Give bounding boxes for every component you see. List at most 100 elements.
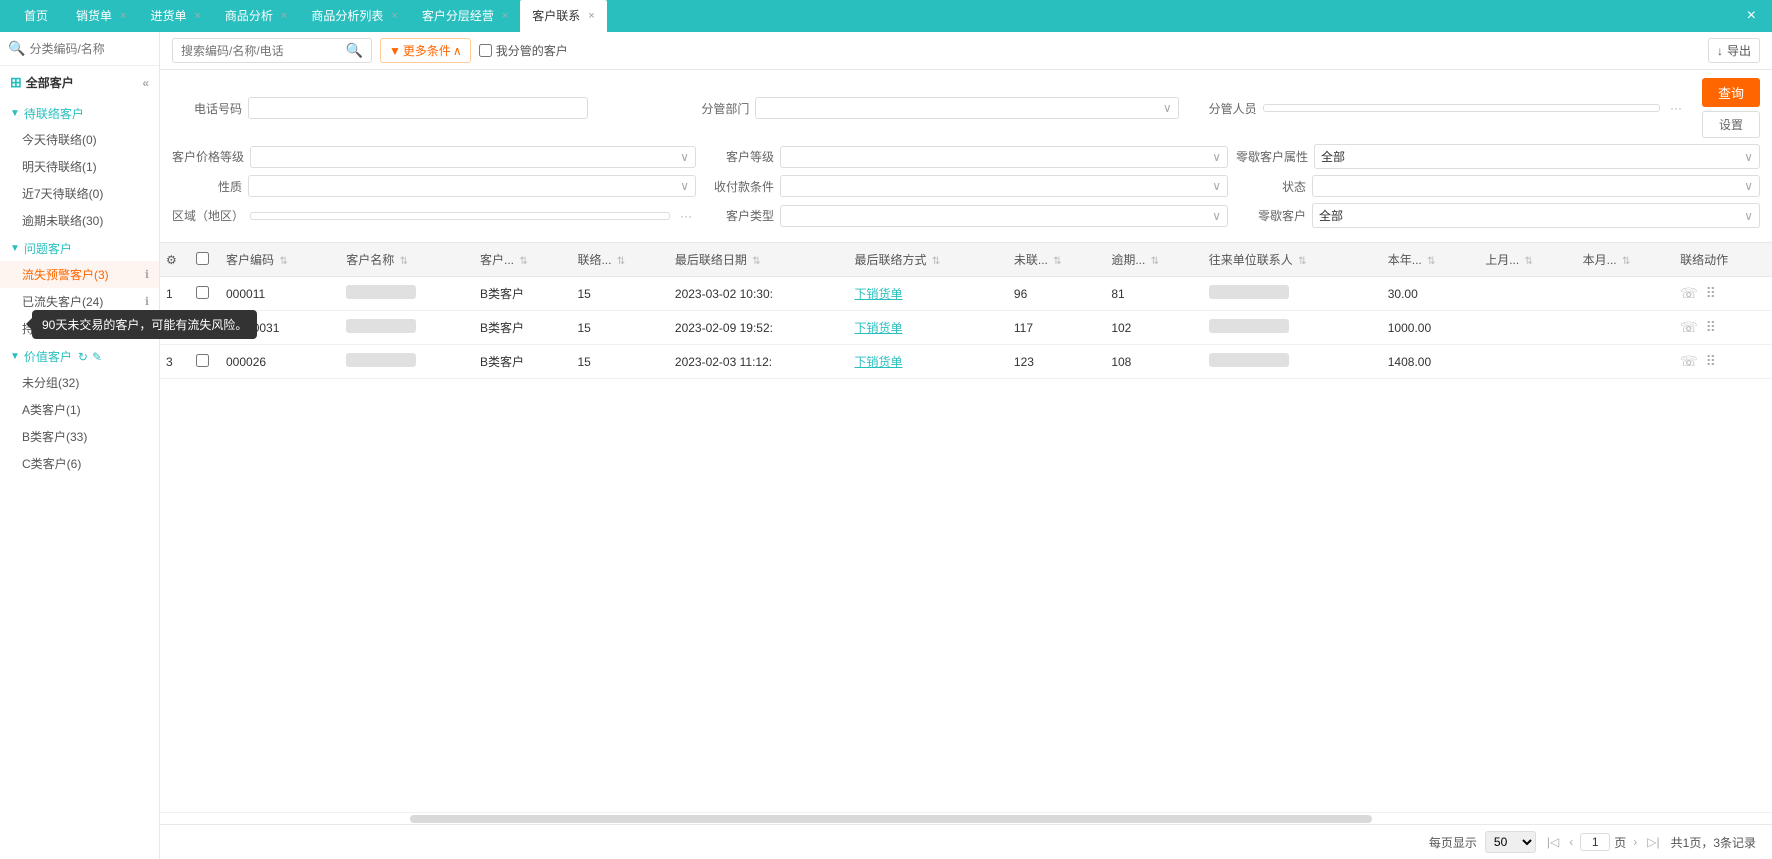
sidebar-search-input[interactable] <box>29 42 160 56</box>
pagination-nav: |◁ ‹ 1 页 › ▷| <box>1544 833 1663 851</box>
zeroattr-value: 全部 <box>1321 148 1345 165</box>
th-last-date[interactable]: 最后联络日期 ⇅ <box>669 243 849 277</box>
row-this-year: 1408.00 <box>1382 345 1479 379</box>
value-edit-icon[interactable]: ✎ <box>92 350 102 364</box>
person-select[interactable] <box>1263 104 1660 112</box>
main-layout: 🔍 ⊞ 全部客户 « ▼ 待联络客户 今天待联络(0) 明天待联络(1) 近7天… <box>0 32 1772 859</box>
th-name[interactable]: 客户名称 ⇅ <box>340 243 474 277</box>
nature-arrow-icon: ∨ <box>680 179 689 193</box>
sidebar-item-grade-a[interactable]: A类客户(1) <box>0 396 159 423</box>
tab-goods-analysis[interactable]: 商品分析 × <box>213 0 299 32</box>
settings-icon[interactable]: ⚙ <box>166 253 177 267</box>
th-overdue[interactable]: 逾期... ⇅ <box>1105 243 1202 277</box>
sidebar-group-problem[interactable]: ▼ 问题客户 <box>0 234 159 261</box>
more-action-icon[interactable]: ⠿ <box>1706 285 1716 302</box>
th-last-month[interactable]: 上月... ⇅ <box>1479 243 1576 277</box>
sidebar-item-tomorrow[interactable]: 明天待联络(1) <box>0 153 159 180</box>
sidebar-item-grade-b[interactable]: B类客户(33) <box>0 423 159 450</box>
my-customers-checkbox[interactable] <box>479 44 492 57</box>
tab-sales-close[interactable]: × <box>120 0 126 32</box>
row-last-method[interactable]: 下销货单 <box>848 277 1007 311</box>
sidebar-group-value[interactable]: ▼ 价值客户 ↻ ✎ <box>0 342 159 369</box>
tab-purchase[interactable]: 进货单 × <box>138 0 212 32</box>
payment-select[interactable]: ∨ <box>780 175 1228 197</box>
tab-customer-layer[interactable]: 客户分层经营 × <box>410 0 520 32</box>
tab-goods-list[interactable]: 商品分析列表 × <box>299 0 409 32</box>
nature-select[interactable]: ∨ <box>248 175 696 197</box>
row-last-method[interactable]: 下销货单 <box>848 345 1007 379</box>
zerocust-select[interactable]: 全部 ∨ <box>1312 203 1760 228</box>
sidebar-item-churn-warning[interactable]: 流失预警客户(3) ℹ <box>0 261 159 288</box>
tab-sales[interactable]: 销货单 × <box>64 0 138 32</box>
more-action-icon[interactable]: ⠿ <box>1706 319 1716 336</box>
zeroattr-select[interactable]: 全部 ∨ <box>1314 144 1760 169</box>
th-no-contact[interactable]: 未联... ⇅ <box>1008 243 1105 277</box>
pricgrade-select[interactable]: ∨ <box>250 146 696 168</box>
sidebar-search-icon: 🔍 <box>8 40 25 57</box>
tab-customer-contact[interactable]: 客户联系 × <box>520 0 606 32</box>
prev-page-button[interactable]: ‹ <box>1566 835 1576 849</box>
th-code[interactable]: 客户编码 ⇅ <box>220 243 340 277</box>
row-last-month <box>1479 311 1576 345</box>
row-overdue: 81 <box>1105 277 1202 311</box>
person-more[interactable]: ··· <box>1666 101 1686 115</box>
next-page-button[interactable]: › <box>1630 835 1640 849</box>
sidebar-item-grade-c[interactable]: C类客户(6) <box>0 450 159 477</box>
horizontal-scrollbar[interactable] <box>160 812 1772 824</box>
sidebar-all-customers[interactable]: ⊞ 全部客户 « <box>0 66 159 99</box>
th-this-year[interactable]: 本年... ⇅ <box>1382 243 1479 277</box>
query-button[interactable]: 查询 <box>1702 78 1760 107</box>
last-page-button[interactable]: ▷| <box>1644 835 1662 849</box>
filter-row-3: 性质 ∨ 收付款条件 ∨ 状态 ∨ <box>172 175 1760 197</box>
th-type[interactable]: 客户... ⇅ <box>474 243 571 277</box>
tab-goods-list-close[interactable]: × <box>391 0 397 32</box>
th-this-month[interactable]: 本月... ⇅ <box>1577 243 1674 277</box>
th-checkbox[interactable] <box>190 243 220 277</box>
th-last-method[interactable]: 最后联络方式 ⇅ <box>848 243 1007 277</box>
sidebar-item-today[interactable]: 今天待联络(0) <box>0 126 159 153</box>
tab-goods-analysis-close[interactable]: × <box>281 0 287 32</box>
select-all-checkbox[interactable] <box>196 252 209 265</box>
th-contact-person[interactable]: 往来单位联系人 ⇅ <box>1203 243 1382 277</box>
filter-row-1: 电话号码 分管部门 ∨ 分管人员 ··· 查询 <box>172 78 1760 138</box>
filter-field-person: 分管人员 ··· <box>1187 100 1686 117</box>
contact-action-icon[interactable]: ☏ <box>1680 353 1698 370</box>
search-button[interactable]: 🔍 <box>346 42 363 59</box>
tab-home[interactable]: 首页 <box>8 0 64 32</box>
sidebar-item-7days[interactable]: 近7天待联络(0) <box>0 180 159 207</box>
th-contact[interactable]: 联络... ⇅ <box>571 243 668 277</box>
row-checkbox[interactable] <box>190 345 220 379</box>
row-this-year: 1000.00 <box>1382 311 1479 345</box>
settings-button[interactable]: 设置 <box>1702 111 1760 138</box>
export-button[interactable]: ↓ 导出 <box>1708 38 1760 63</box>
row-no-contact: 117 <box>1008 311 1105 345</box>
dept-select[interactable]: ∨ <box>755 97 1178 119</box>
current-page-input[interactable]: 1 <box>1580 833 1610 851</box>
tab-customer-contact-close[interactable]: × <box>588 0 594 32</box>
grade-select[interactable]: ∨ <box>780 146 1228 168</box>
more-action-icon[interactable]: ⠿ <box>1706 353 1716 370</box>
status-select[interactable]: ∨ <box>1312 175 1760 197</box>
region-more[interactable]: ··· <box>676 209 696 223</box>
problem-group-label: 问题客户 <box>24 240 72 257</box>
tab-purchase-close[interactable]: × <box>194 0 200 32</box>
per-page-select[interactable]: 50 100 200 <box>1485 831 1536 853</box>
sidebar-item-ungraded[interactable]: 未分组(32) <box>0 369 159 396</box>
contact-action-icon[interactable]: ☏ <box>1680 319 1698 336</box>
row-checkbox[interactable] <box>190 277 220 311</box>
sidebar-group-pending[interactable]: ▼ 待联络客户 <box>0 99 159 126</box>
phone-input[interactable] <box>248 97 588 119</box>
value-refresh-icon[interactable]: ↻ <box>78 350 88 364</box>
my-customers-checkbox-label[interactable]: 我分管的客户 <box>479 42 568 59</box>
first-page-button[interactable]: |◁ <box>1544 835 1562 849</box>
more-conditions-button[interactable]: ▼ 更多条件 ∧ <box>380 38 471 63</box>
contact-action-icon[interactable]: ☏ <box>1680 285 1698 302</box>
close-all-button[interactable]: × <box>1739 7 1764 25</box>
region-select[interactable] <box>250 212 670 220</box>
search-input[interactable] <box>181 44 342 58</box>
row-last-method[interactable]: 下销货单 <box>848 311 1007 345</box>
th-settings[interactable]: ⚙ <box>160 243 190 277</box>
custtype-select[interactable]: ∨ <box>780 205 1228 227</box>
tab-customer-layer-close[interactable]: × <box>502 0 508 32</box>
sidebar-item-overdue[interactable]: 逾期未联络(30) <box>0 207 159 234</box>
